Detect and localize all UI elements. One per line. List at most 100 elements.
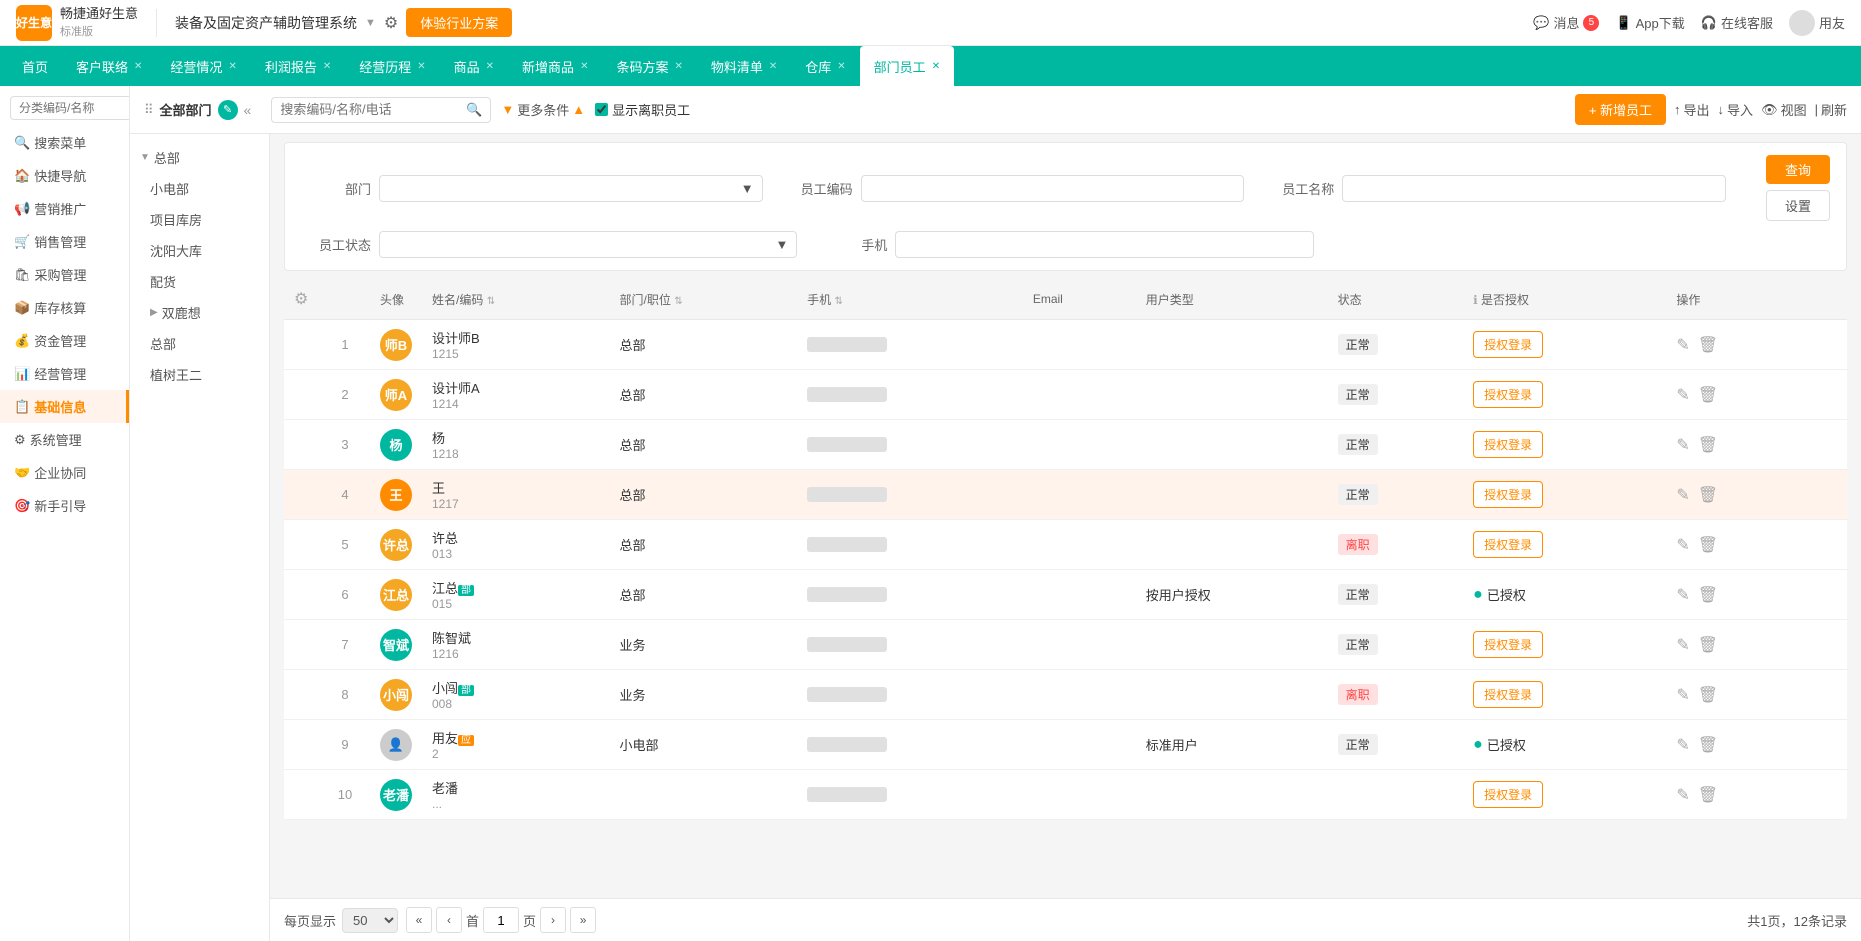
search-icon[interactable]: 🔍 <box>466 102 482 118</box>
auth-login-button[interactable]: 授权登录 <box>1473 431 1543 458</box>
message-button[interactable]: 💬 消息 5 <box>1533 13 1599 32</box>
edit-button[interactable]: ✎ <box>1676 585 1689 605</box>
auth-login-button[interactable]: 授权登录 <box>1473 681 1543 708</box>
import-button[interactable]: ↓ 导入 <box>1718 100 1754 119</box>
next-page-button[interactable]: › <box>540 907 566 933</box>
app-download-button[interactable]: 📱 App下载 <box>1615 13 1684 32</box>
sidebar-item-operation-mgmt[interactable]: 📊 经营管理 <box>0 357 129 390</box>
more-filter-button[interactable]: ▼ 更多条件 ▲ <box>501 100 585 119</box>
sidebar-item-basic-info[interactable]: 📋 基础信息 <box>0 390 129 423</box>
tab-goods[interactable]: 商品 ✕ <box>440 46 508 86</box>
edit-button[interactable]: ✎ <box>1676 635 1689 655</box>
auth-login-button[interactable]: 授权登录 <box>1473 631 1543 658</box>
tree-item-shuanglu[interactable]: ▶ 双鹿想 <box>130 297 269 328</box>
tab-bom[interactable]: 物料清单 ✕ <box>697 46 791 86</box>
sidebar-item-nav[interactable]: 🏠 快捷导航 <box>0 159 129 192</box>
last-page-button[interactable]: » <box>570 907 596 933</box>
delete-button[interactable]: 🗑 <box>1698 485 1718 505</box>
tab-warehouse[interactable]: 仓库 ✕ <box>791 46 859 86</box>
first-page-button[interactable]: « <box>406 907 432 933</box>
tree-item-delivery[interactable]: 配货 <box>130 266 269 297</box>
tab-bom-close[interactable]: ✕ <box>769 61 777 72</box>
tab-goods-close[interactable]: ✕ <box>486 61 494 72</box>
export-button[interactable]: ↑ 导出 <box>1674 100 1710 119</box>
sidebar-item-purchase[interactable]: 🛍 采购管理 <box>0 258 129 291</box>
collapse-left-icon[interactable]: « <box>244 102 252 118</box>
filter-dept-select[interactable]: ▼ <box>379 175 763 202</box>
tree-item-hq2[interactable]: 总部 <box>130 328 269 359</box>
sidebar-search-input[interactable] <box>10 96 130 120</box>
auth-login-button[interactable]: 授权登录 <box>1473 481 1543 508</box>
delete-button[interactable]: 🗑 <box>1698 385 1718 405</box>
online-service-button[interactable]: 🎧 在线客服 <box>1701 13 1773 32</box>
sidebar-item-marketing[interactable]: 📢 营销推广 <box>0 192 129 225</box>
auth-login-button[interactable]: 授权登录 <box>1473 381 1543 408</box>
sidebar-item-system[interactable]: ⚙ 系统管理 <box>0 423 129 456</box>
sidebar-item-search[interactable]: 🔍 搜索菜单 <box>0 126 129 159</box>
dept-sort-icon[interactable]: ⇅ <box>674 296 682 307</box>
tab-warehouse-close[interactable]: ✕ <box>837 61 845 72</box>
delete-button[interactable]: 🗑 <box>1698 785 1718 805</box>
auth-login-button[interactable]: 授权登录 <box>1473 331 1543 358</box>
sidebar-item-finance[interactable]: 💰 资金管理 <box>0 324 129 357</box>
col-dept-pos[interactable]: 部门/职位 ⇅ <box>610 279 798 320</box>
tab-history-close[interactable]: ✕ <box>417 61 425 72</box>
tab-profit[interactable]: 利润报告 ✕ <box>251 46 345 86</box>
filter-emp-status-select[interactable]: ▼ <box>379 231 797 258</box>
user-avatar-button[interactable]: 用友 <box>1789 10 1845 36</box>
delete-button[interactable]: 🗑 <box>1698 335 1718 355</box>
show-resigned-checkbox[interactable] <box>595 103 608 116</box>
tab-history[interactable]: 经营历程 ✕ <box>345 46 439 86</box>
edit-button[interactable]: ✎ <box>1676 535 1689 555</box>
page-number-input[interactable] <box>483 907 519 933</box>
view-button[interactable]: 👁 视图 <box>1761 100 1807 119</box>
tab-operation[interactable]: 经营情况 ✕ <box>156 46 250 86</box>
edit-button[interactable]: ✎ <box>1676 485 1689 505</box>
delete-button[interactable]: 🗑 <box>1698 685 1718 705</box>
tab-profit-close[interactable]: ✕ <box>323 61 331 72</box>
system-dropdown-arrow[interactable]: ▼ <box>365 17 376 29</box>
tree-item-headquarters[interactable]: ▼ 总部 <box>130 142 269 173</box>
tab-barcode[interactable]: 条码方案 ✕ <box>602 46 696 86</box>
auth-login-button[interactable]: 授权登录 <box>1473 781 1543 808</box>
tab-customer-close[interactable]: ✕ <box>134 61 142 72</box>
tab-operation-close[interactable]: ✕ <box>228 61 236 72</box>
filter-emp-name-input[interactable] <box>1342 175 1726 202</box>
tab-customer[interactable]: 客户联络 ✕ <box>62 46 156 86</box>
tab-add-goods[interactable]: 新增商品 ✕ <box>508 46 602 86</box>
phone-sort-icon[interactable]: ⇅ <box>834 296 842 307</box>
sidebar-item-guide[interactable]: 🎯 新手引导 <box>0 489 129 522</box>
col-gear[interactable]: ⚙ <box>284 279 320 320</box>
tab-add-goods-close[interactable]: ✕ <box>580 61 588 72</box>
edit-button[interactable]: ✎ <box>1676 785 1689 805</box>
auth-login-button[interactable]: 授权登录 <box>1473 531 1543 558</box>
add-employee-button[interactable]: + 新增员工 <box>1575 94 1666 125</box>
sidebar-item-collab[interactable]: 🤝 企业协同 <box>0 456 129 489</box>
tree-item-shenyang[interactable]: 沈阳大库 <box>130 235 269 266</box>
edit-button[interactable]: ✎ <box>1676 385 1689 405</box>
filter-phone-input[interactable] <box>895 231 1313 258</box>
delete-button[interactable]: 🗑 <box>1698 535 1718 555</box>
tab-dept-staff-close[interactable]: ✕ <box>932 61 940 72</box>
edit-button[interactable]: ✎ <box>1676 335 1689 355</box>
dept-add-icon[interactable]: ✎ <box>218 100 238 120</box>
search-input[interactable] <box>280 102 462 117</box>
print-button[interactable]: | 刷新 <box>1815 100 1847 119</box>
show-resigned-checkbox-wrap[interactable]: 显示离职员工 <box>595 100 690 119</box>
per-page-select[interactable]: 50 100 200 <box>342 908 398 933</box>
col-phone[interactable]: 手机 ⇅ <box>797 279 1023 320</box>
tab-barcode-close[interactable]: ✕ <box>674 61 682 72</box>
filter-emp-code-input[interactable] <box>861 175 1245 202</box>
prev-page-button[interactable]: ‹ <box>436 907 462 933</box>
edit-button[interactable]: ✎ <box>1676 735 1689 755</box>
edit-button[interactable]: ✎ <box>1676 435 1689 455</box>
tree-item-small-elec[interactable]: 小电部 <box>130 173 269 204</box>
col-gear-icon[interactable]: ⚙ <box>294 291 308 308</box>
name-sort-icon[interactable]: ⇅ <box>487 296 495 307</box>
tree-item-plant-king[interactable]: 植树王二 <box>130 359 269 390</box>
settings-icon[interactable]: ⚙ <box>384 13 398 33</box>
tree-item-project-storage[interactable]: 项目库房 <box>130 204 269 235</box>
reset-button[interactable]: 设置 <box>1766 190 1830 221</box>
query-button[interactable]: 查询 <box>1766 155 1830 184</box>
trial-button[interactable]: 体验行业方案 <box>406 8 512 37</box>
